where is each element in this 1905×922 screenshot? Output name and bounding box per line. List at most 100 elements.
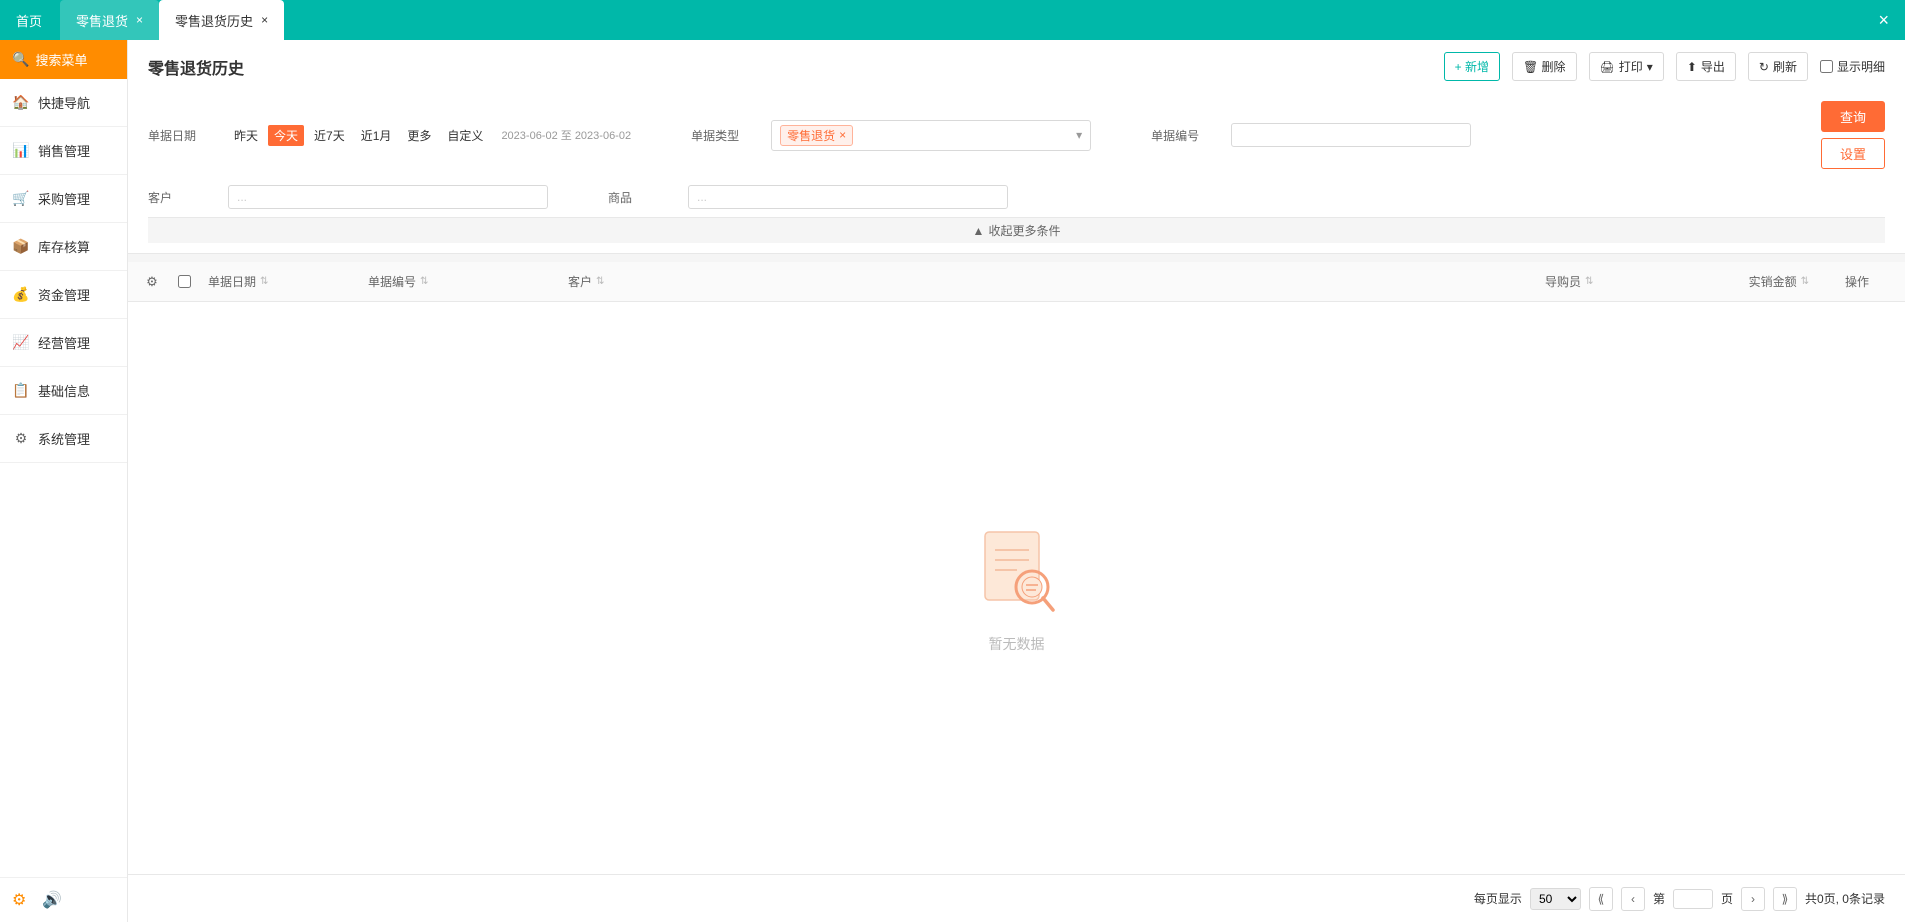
th-date-label: 单据日期 xyxy=(208,273,256,290)
th-amount-sort: ⇅ xyxy=(1801,276,1809,287)
empty-text: 暂无数据 xyxy=(989,634,1045,654)
print-button[interactable]: 🖨 打印 ▾ xyxy=(1589,52,1664,81)
sidebar-item-purchase-mgmt[interactable]: 🛒 采购管理 xyxy=(0,175,127,223)
collapse-btn[interactable]: ▲ 收起更多条件 xyxy=(148,217,1885,243)
sidebar-item-sys-mgmt[interactable]: ⚙ 系统管理 xyxy=(0,415,127,463)
page-suffix: 页 xyxy=(1721,890,1733,907)
sidebar-item-sales-mgmt[interactable]: 📊 销售管理 xyxy=(0,127,127,175)
date-options: 昨天 今天 近7天 近1月 更多 自定义 2023-06-02 至 2023-0… xyxy=(228,125,631,146)
refresh-icon: ↻ xyxy=(1759,60,1769,74)
toolbar: + 新增 🗑 删除 🖨 打印 ▾ ⬆ 导出 ↻ 刷新 xyxy=(1444,52,1885,81)
th-date[interactable]: 单据日期 ⇅ xyxy=(200,273,360,290)
sidebar-item-base-info[interactable]: 📋 基础信息 xyxy=(0,367,127,415)
th-customer-sort: ⇅ xyxy=(596,276,604,287)
type-select-arrow: ▾ xyxy=(1076,128,1082,142)
page-first-btn[interactable]: ⟪ xyxy=(1589,887,1613,911)
date-opt-7days[interactable]: 近7天 xyxy=(308,125,351,146)
table-header: ⚙ 单据日期 ⇅ 单据编号 ⇅ 客户 ⇅ 导购员 ⇅ xyxy=(128,262,1905,302)
type-select[interactable]: 零售退货 × ▾ xyxy=(771,120,1091,151)
collapse-icon: ▲ xyxy=(973,224,985,238)
tab-retail-return-label: 零售退货 xyxy=(76,11,128,30)
table-gear-btn[interactable]: ⚙ xyxy=(136,274,168,290)
display-detail-toggle[interactable]: 显示明细 xyxy=(1820,58,1885,75)
new-button[interactable]: + 新增 xyxy=(1444,52,1500,81)
sidebar-item-inventory-label: 库存核算 xyxy=(38,237,90,256)
th-guide[interactable]: 导购员 ⇅ xyxy=(1537,273,1697,290)
sidebar-search-label: 搜索菜单 xyxy=(35,50,87,69)
page-title-row: 零售退货历史 + 新增 🗑 删除 🖨 打印 ▾ ⬆ 导出 ↻ xyxy=(148,52,1885,81)
billno-input[interactable] xyxy=(1231,123,1471,147)
sidebar-item-sys-mgmt-label: 系统管理 xyxy=(38,429,90,448)
audio-icon[interactable]: 🔊 xyxy=(42,890,62,910)
export-button[interactable]: ⬆ 导出 xyxy=(1676,52,1736,81)
delete-button[interactable]: 🗑 删除 xyxy=(1512,52,1577,81)
th-amount[interactable]: 实销金额 ⇅ xyxy=(1697,273,1817,290)
th-number[interactable]: 单据编号 ⇅ xyxy=(360,273,560,290)
th-operation: 操作 xyxy=(1817,273,1897,290)
content-area: 零售退货历史 + 新增 🗑 删除 🖨 打印 ▾ ⬆ 导出 ↻ xyxy=(128,40,1905,922)
total-info: 共0页, 0条记录 xyxy=(1805,890,1885,907)
search-icon: 🔍 xyxy=(12,51,29,68)
sidebar-search[interactable]: 🔍 搜索菜单 xyxy=(0,40,127,79)
print-label: 打印 xyxy=(1619,58,1643,75)
per-page-label: 每页显示 xyxy=(1474,890,1522,907)
page-last-btn[interactable]: ⟫ xyxy=(1773,887,1797,911)
query-button[interactable]: 查询 xyxy=(1821,101,1885,132)
setting-button[interactable]: 设置 xyxy=(1821,138,1885,169)
tab-retail-return[interactable]: 零售退货 × xyxy=(60,0,159,40)
sidebar-item-quick-nav[interactable]: 🏠 快捷导航 xyxy=(0,79,127,127)
select-all-checkbox[interactable] xyxy=(178,275,191,288)
type-tag-text: 零售退货 xyxy=(787,127,835,144)
tab-retail-return-close[interactable]: × xyxy=(136,13,143,27)
sidebar-item-operations-label: 经营管理 xyxy=(38,333,90,352)
date-opt-today[interactable]: 今天 xyxy=(268,125,304,146)
sidebar-item-finance[interactable]: 💰 资金管理 xyxy=(0,271,127,319)
filter-row-1: 单据日期 昨天 今天 近7天 近1月 更多 自定义 2023-06-02 至 2… xyxy=(148,93,1885,177)
sidebar-item-purchase-mgmt-label: 采购管理 xyxy=(38,189,90,208)
sidebar-bottom: ⚙ 🔊 xyxy=(0,877,127,922)
export-icon: ⬆ xyxy=(1687,60,1697,74)
filter-area: 单据日期 昨天 今天 近7天 近1月 更多 自定义 2023-06-02 至 2… xyxy=(148,93,1885,253)
customer-select[interactable]: ... xyxy=(228,185,548,209)
sys-mgmt-icon: ⚙ xyxy=(12,430,30,448)
tab-retail-return-history-close[interactable]: × xyxy=(261,13,268,27)
filter-row-2: 客户 ... 商品 ... xyxy=(148,177,1885,217)
date-opt-custom[interactable]: 自定义 xyxy=(441,125,489,146)
per-page-select[interactable]: 50 20 100 xyxy=(1530,888,1581,910)
date-opt-yesterday[interactable]: 昨天 xyxy=(228,125,264,146)
goods-select[interactable]: ... xyxy=(688,185,1008,209)
tab-bar: 首页 零售退货 × 零售退货历史 × × xyxy=(0,0,1905,40)
table-area: ⚙ 单据日期 ⇅ 单据编号 ⇅ 客户 ⇅ 导购员 ⇅ xyxy=(128,262,1905,922)
th-customer[interactable]: 客户 ⇅ xyxy=(560,273,1537,290)
type-tag-close[interactable]: × xyxy=(839,128,846,142)
refresh-label: 刷新 xyxy=(1773,58,1797,75)
page-next-btn[interactable]: › xyxy=(1741,887,1765,911)
type-tag: 零售退货 × xyxy=(780,125,853,146)
print-arrow: ▾ xyxy=(1647,60,1653,74)
date-opt-1month[interactable]: 近1月 xyxy=(355,125,398,146)
date-opt-more[interactable]: 更多 xyxy=(401,125,437,146)
tab-retail-return-history[interactable]: 零售退货历史 × xyxy=(159,0,284,40)
date-range: 2023-06-02 至 2023-06-02 xyxy=(501,127,631,143)
close-all-btn[interactable]: × xyxy=(1878,10,1889,31)
main-layout: 🔍 搜索菜单 🏠 快捷导航 📊 销售管理 🛒 采购管理 📦 库存核算 💰 资金管… xyxy=(0,40,1905,922)
sidebar-item-finance-label: 资金管理 xyxy=(38,285,90,304)
customer-dots: ... xyxy=(237,190,247,204)
page-prev-btn[interactable]: ‹ xyxy=(1621,887,1645,911)
tab-home[interactable]: 首页 xyxy=(0,0,58,40)
tab-home-label: 首页 xyxy=(16,11,42,30)
display-detail-checkbox[interactable] xyxy=(1820,60,1833,73)
quick-nav-icon: 🏠 xyxy=(12,94,30,112)
th-operation-label: 操作 xyxy=(1845,273,1869,290)
table-select-all[interactable] xyxy=(168,275,200,288)
page-input[interactable]: 1 xyxy=(1673,889,1713,909)
sidebar-item-operations[interactable]: 📈 经营管理 xyxy=(0,319,127,367)
settings-icon[interactable]: ⚙ xyxy=(12,890,26,910)
refresh-button[interactable]: ↻ 刷新 xyxy=(1748,52,1808,81)
date-label: 单据日期 xyxy=(148,127,228,144)
sidebar-item-inventory[interactable]: 📦 库存核算 xyxy=(0,223,127,271)
th-guide-sort: ⇅ xyxy=(1585,276,1593,287)
print-icon: 🖨 xyxy=(1600,60,1615,74)
goods-dots: ... xyxy=(697,190,707,204)
finance-icon: 💰 xyxy=(12,286,30,304)
